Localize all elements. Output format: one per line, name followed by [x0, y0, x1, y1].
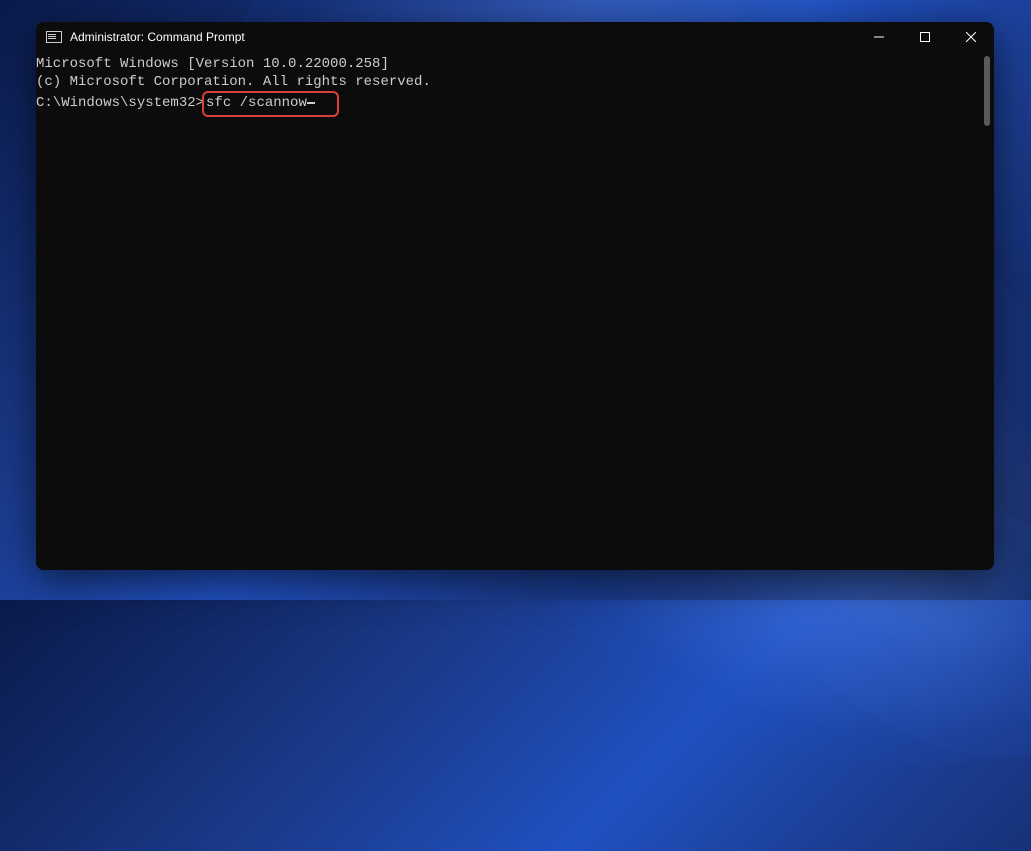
command-prompt-window: Administrator: Command Prompt Microsoft …	[36, 22, 994, 570]
cmd-icon	[46, 31, 62, 43]
terminal-output-line: (c) Microsoft Corporation. All rights re…	[36, 74, 994, 92]
scrollbar-thumb[interactable]	[984, 56, 990, 126]
terminal-command-input[interactable]: sfc /scannow	[206, 95, 307, 113]
terminal-output-line: Microsoft Windows [Version 10.0.22000.25…	[36, 56, 994, 74]
maximize-icon	[920, 32, 930, 42]
terminal-prompt: C:\Windows\system32>	[36, 95, 204, 113]
close-icon	[966, 32, 976, 42]
window-title: Administrator: Command Prompt	[70, 30, 245, 44]
close-button[interactable]	[948, 22, 994, 52]
terminal-cursor	[307, 102, 315, 104]
minimize-button[interactable]	[856, 22, 902, 52]
maximize-button[interactable]	[902, 22, 948, 52]
terminal-body[interactable]: Microsoft Windows [Version 10.0.22000.25…	[36, 52, 994, 570]
minimize-icon	[874, 32, 884, 42]
terminal-prompt-line: C:\Windows\system32>sfc /scannow	[36, 91, 994, 117]
command-highlight-box: sfc /scannow	[202, 91, 339, 117]
titlebar[interactable]: Administrator: Command Prompt	[36, 22, 994, 52]
scrollbar-track[interactable]	[980, 56, 992, 566]
